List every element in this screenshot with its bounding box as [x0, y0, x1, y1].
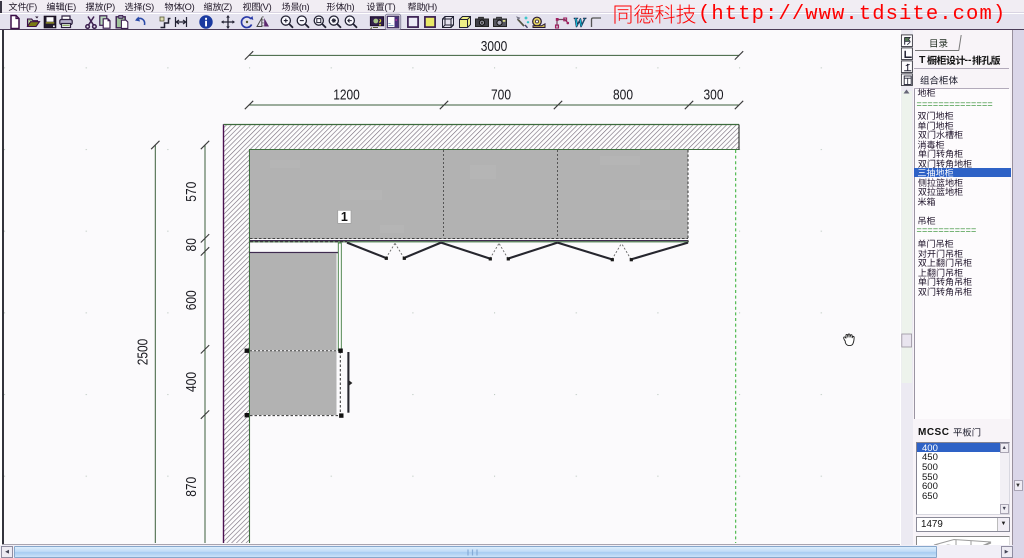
svg-text:700: 700	[491, 87, 511, 104]
svg-text:1: 1	[341, 210, 348, 224]
svg-text:W: W	[573, 16, 587, 30]
svg-text:1200: 1200	[333, 87, 360, 104]
svg-text:600: 600	[183, 290, 200, 310]
svg-text:570: 570	[183, 182, 200, 202]
svg-text:80: 80	[183, 238, 200, 251]
svg-text:800: 800	[613, 87, 633, 104]
svg-text:400: 400	[183, 372, 200, 392]
svg-text:870: 870	[183, 477, 200, 497]
svg-text:3000: 3000	[481, 38, 508, 55]
svg-text:2500: 2500	[135, 339, 152, 366]
svg-text:300: 300	[704, 87, 724, 104]
